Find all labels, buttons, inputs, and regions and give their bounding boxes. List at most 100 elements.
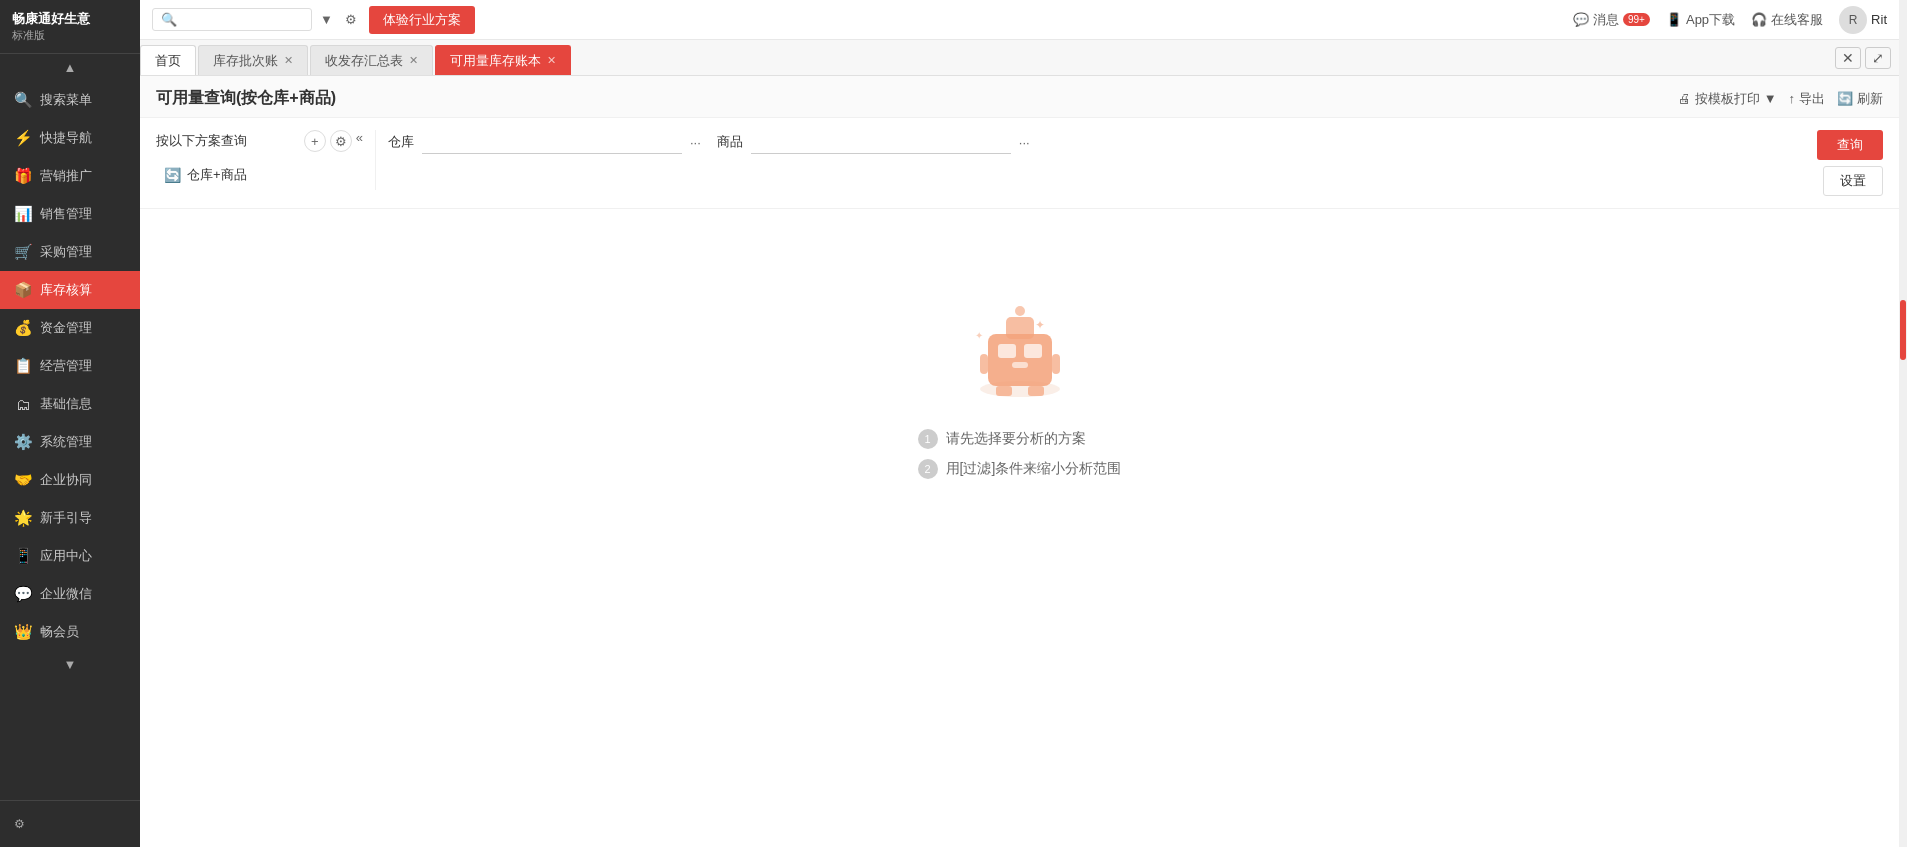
filter-product-group: 商品 ··· [717, 130, 1030, 154]
sidebar-item-finance[interactable]: 💰 资金管理 [0, 309, 140, 347]
app-download-label: App下载 [1686, 11, 1735, 29]
sidebar-item-label: 快捷导航 [40, 129, 92, 147]
tab-batch_ledger[interactable]: 库存批次账✕ [198, 45, 308, 75]
filter-warehouse-label: 仓库 [388, 133, 414, 151]
sidebar-scroll-up[interactable]: ▲ [0, 54, 140, 81]
export-button[interactable]: ↑ 导出 [1789, 90, 1826, 108]
sidebar-item-wechat[interactable]: 💬 企业微信 [0, 575, 140, 613]
settings-scheme-button[interactable]: ⚙ [330, 130, 352, 152]
print-template-button[interactable]: 🖨 按模板打印 ▼ [1678, 90, 1777, 108]
sidebar-bottom: ⚙ [0, 800, 140, 847]
sidebar-item-label: 系统管理 [40, 433, 92, 451]
avatar: R [1839, 6, 1867, 34]
online-service-button[interactable]: 🎧 在线客服 [1751, 11, 1823, 29]
sidebar-item-cooperation[interactable]: 🤝 企业协同 [0, 461, 140, 499]
add-scheme-button[interactable]: + [304, 130, 326, 152]
query-section: 按以下方案查询 + ⚙ « 🔄 仓库+商品 仓 [140, 118, 1899, 209]
svg-text:✦: ✦ [1035, 318, 1045, 332]
sidebar-item-label: 企业微信 [40, 585, 92, 603]
scrollbar-thumb[interactable] [1900, 300, 1906, 360]
sidebar-item-shortcut[interactable]: ⚡ 快捷导航 [0, 119, 140, 157]
filter-product-input[interactable] [751, 130, 1011, 154]
tip-text-1: 请先选择要分析的方案 [946, 430, 1086, 448]
tab-close-all-button[interactable]: ✕ [1835, 47, 1861, 69]
sidebar-item-label: 营销推广 [40, 167, 92, 185]
headset-icon: 🎧 [1751, 12, 1767, 27]
query-button[interactable]: 查询 [1817, 130, 1883, 160]
filter-warehouse-group: 仓库 ··· [388, 130, 701, 154]
tab-close-available_ledger[interactable]: ✕ [547, 54, 556, 67]
scheme-actions: + ⚙ « [304, 130, 363, 152]
filter-product-more-button[interactable]: ··· [1019, 135, 1030, 150]
scheme-item-label: 仓库+商品 [187, 166, 247, 184]
main-area: 🔍 ▼ ⚙ 体验行业方案 💬 消息 99+ 📱 App下载 🎧 在 [140, 0, 1899, 847]
tab-label: 可用量库存账本 [450, 52, 541, 70]
svg-rect-10 [1028, 386, 1044, 396]
tab-close-batch_ledger[interactable]: ✕ [284, 54, 293, 67]
export-label: 导出 [1799, 90, 1825, 108]
app_center-icon: 📱 [14, 547, 32, 565]
sidebar-bottom-settings[interactable]: ⚙ [0, 809, 140, 839]
setting-button[interactable]: 设置 [1823, 166, 1883, 196]
refresh-button[interactable]: 🔄 刷新 [1837, 90, 1883, 108]
sidebar-item-label: 销售管理 [40, 205, 92, 223]
message-badge: 99+ [1623, 13, 1650, 26]
message-button[interactable]: 💬 消息 99+ [1573, 11, 1650, 29]
sidebar-item-search[interactable]: 🔍 搜索菜单 [0, 81, 140, 119]
dropdown-icon[interactable]: ▼ [320, 12, 333, 27]
app-download-button[interactable]: 📱 App下载 [1666, 11, 1735, 29]
collapse-scheme-button[interactable]: « [356, 130, 363, 152]
user-profile[interactable]: R Rit [1839, 6, 1887, 34]
marketing_promo-icon: 🎁 [14, 167, 32, 185]
sidebar-item-sales[interactable]: 📊 销售管理 [0, 195, 140, 233]
sidebar-item-label: 搜索菜单 [40, 91, 92, 109]
sidebar-item-label: 畅会员 [40, 623, 79, 641]
scheme-panel: 按以下方案查询 + ⚙ « 🔄 仓库+商品 [156, 130, 376, 190]
shortcut-icon: ⚡ [14, 129, 32, 147]
export-icon: ↑ [1789, 91, 1796, 106]
cooperation-icon: 🤝 [14, 471, 32, 489]
filter-warehouse-input[interactable] [422, 130, 682, 154]
sidebar-item-marketing_promo[interactable]: 🎁 营销推广 [0, 157, 140, 195]
sidebar-item-system[interactable]: ⚙️ 系统管理 [0, 423, 140, 461]
filter-warehouse-more-button[interactable]: ··· [690, 135, 701, 150]
sidebar-scroll-down[interactable]: ▼ [0, 651, 140, 678]
sidebar-item-basic_info[interactable]: 🗂 基础信息 [0, 385, 140, 423]
right-scrollbar[interactable] [1899, 0, 1907, 847]
search-input[interactable] [181, 13, 301, 27]
scheme-item-warehouse-product[interactable]: 🔄 仓库+商品 [156, 160, 363, 190]
sidebar: 畅康通好生意 标准版 ▲ 🔍 搜索菜单⚡ 快捷导航🎁 营销推广📊 销售管理🛒 采… [0, 0, 140, 847]
sidebar-item-app_center[interactable]: 📱 应用中心 [0, 537, 140, 575]
sidebar-item-purchase[interactable]: 🛒 采购管理 [0, 233, 140, 271]
tab-home[interactable]: 首页 [140, 45, 196, 75]
print-dropdown-icon: ▼ [1764, 91, 1777, 106]
tip-num-2: 2 [918, 459, 938, 479]
sidebar-item-operations[interactable]: 📋 经营管理 [0, 347, 140, 385]
sales-icon: 📊 [14, 205, 32, 223]
topbar-search-box[interactable]: 🔍 [152, 8, 312, 31]
page-header-actions: 🖨 按模板打印 ▼ ↑ 导出 🔄 刷新 [1678, 90, 1883, 108]
scheme-header: 按以下方案查询 + ⚙ « [156, 130, 363, 152]
purchase-icon: 🛒 [14, 243, 32, 261]
tab-available_ledger[interactable]: 可用量库存账本 ✕ [435, 45, 571, 75]
tab-collection_summary[interactable]: 收发存汇总表✕ [310, 45, 433, 75]
svg-rect-2 [998, 344, 1016, 358]
tabs-right-buttons: ✕ ⤢ [1835, 47, 1891, 69]
sidebar-item-inventory[interactable]: 📦 库存核算 [0, 271, 140, 309]
right-action-column: 查询 设置 [1815, 130, 1883, 196]
wechat-icon: 💬 [14, 585, 32, 603]
sidebar-item-new_guide[interactable]: 🌟 新手引导 [0, 499, 140, 537]
svg-rect-4 [1012, 362, 1028, 368]
sidebar-item-vip[interactable]: 👑 畅会员 [0, 613, 140, 651]
industry-solution-button[interactable]: 体验行业方案 [369, 6, 475, 34]
sidebar-nav: ▲ 🔍 搜索菜单⚡ 快捷导航🎁 营销推广📊 销售管理🛒 采购管理📦 库存核算💰 [0, 54, 140, 800]
sidebar-logo: 畅康通好生意 标准版 [0, 0, 140, 54]
tab-close-collection_summary[interactable]: ✕ [409, 54, 418, 67]
empty-tip-2: 2 用[过滤]条件来缩小分析范围 [918, 459, 1122, 479]
sidebar-item-label: 应用中心 [40, 547, 92, 565]
print-icon: 🖨 [1678, 91, 1691, 106]
tabs-bar: 首页库存批次账✕收发存汇总表✕ 可用量库存账本 ✕ ✕ ⤢ [140, 40, 1899, 76]
settings-icon[interactable]: ⚙ [341, 8, 361, 31]
tab-maximize-button[interactable]: ⤢ [1865, 47, 1891, 69]
sidebar-item-label: 库存核算 [40, 281, 92, 299]
